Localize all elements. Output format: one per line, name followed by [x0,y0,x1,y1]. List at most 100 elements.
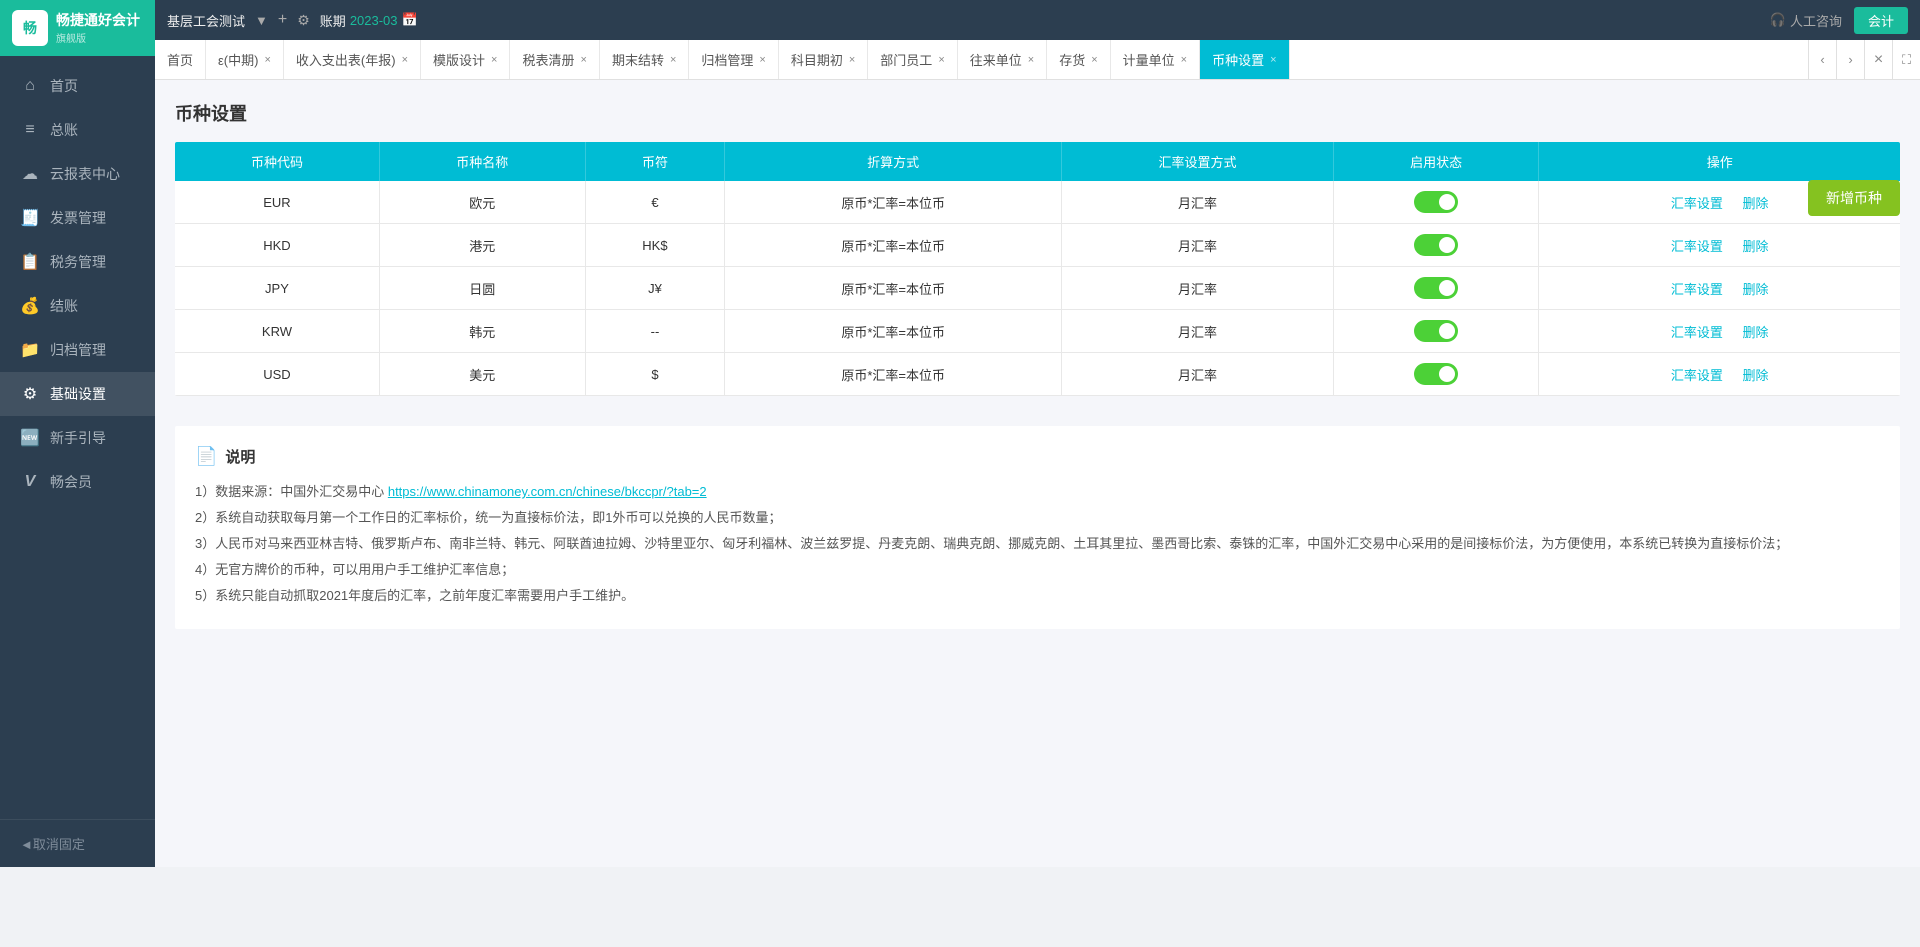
table-row: USD 美元 $ 原币*汇率=本位币 月汇率 汇率设置 删除 [175,353,1900,396]
cell-actions-1: 汇率设置 删除 [1539,224,1900,267]
delete-link-3[interactable]: 删除 [1743,325,1769,340]
toggle-4[interactable] [1414,363,1458,385]
tab-close-mid[interactable]: × [264,54,270,66]
help-button[interactable]: 🎧 人工咨询 [1770,11,1842,30]
rate-setting-link-1[interactable]: 汇率设置 [1671,239,1723,254]
tab-archivemgr[interactable]: 归档管理 × [689,40,778,80]
cell-code-3: KRW [175,310,379,353]
delete-link-0[interactable]: 删除 [1743,196,1769,211]
tab-income[interactable]: 收入支出表(年报) × [284,40,421,80]
company-name: 基层工会测试 [167,11,245,30]
rate-setting-link-4[interactable]: 汇率设置 [1671,368,1723,383]
settings-icon: ⚙ [20,384,40,404]
tab-expand-button[interactable]: ⛶ [1892,40,1920,80]
tab-close-taxclear[interactable]: × [581,54,587,66]
tab-close-subjects[interactable]: × [849,54,855,66]
tab-close-period[interactable]: × [670,54,676,66]
tab-inventory[interactable]: 存货 × [1047,40,1110,80]
tab-subjects[interactable]: 科目期初 × [779,40,868,80]
cell-status-2 [1333,267,1539,310]
tab-dept[interactable]: 部门员工 × [868,40,957,80]
add-tab-button[interactable]: + [278,11,287,29]
cell-code-2: JPY [175,267,379,310]
tab-close-currency[interactable]: × [1270,54,1276,66]
cell-code-1: HKD [175,224,379,267]
tab-close-template[interactable]: × [491,54,497,66]
cell-calc-4: 原币*汇率=本位币 [725,353,1062,396]
col-header-name: 币种名称 [379,142,585,181]
toggle-3[interactable] [1414,320,1458,342]
cell-calc-3: 原币*汇率=本位币 [725,310,1062,353]
tab-customer[interactable]: 往来单位 × [958,40,1047,80]
delete-link-4[interactable]: 删除 [1743,368,1769,383]
notes-item-3: 3）人民币对马来西亚林吉特、俄罗斯卢布、南非兰特、韩元、阿联酋迪拉姆、沙特里亚尔… [195,531,1880,557]
cell-actions-2: 汇率设置 删除 [1539,267,1900,310]
tab-home[interactable]: 首页 [155,40,206,80]
headset-icon: 🎧 [1770,12,1786,28]
notes-link[interactable]: https://www.chinamoney.com.cn/chinese/bk… [388,484,707,499]
notes-section: 📄 说明 1）数据来源：中国外汇交易中心 https://www.chinamo… [175,426,1900,629]
sidebar-item-guide[interactable]: 🆕 新手引导 [0,416,155,460]
tab-bar-right: ‹ › × ⛶ [1808,40,1920,80]
delete-link-1[interactable]: 删除 [1743,239,1769,254]
notes-icon: 📄 [195,446,217,467]
notes-item-2: 2）系统自动获取每月第一个工作日的汇率标价，统一为直接标价法，即1外币可以兑换的… [195,505,1880,531]
sidebar-item-invoice[interactable]: 🧾 发票管理 [0,196,155,240]
sidebar-item-member[interactable]: V 畅会员 [0,460,155,504]
tab-close-inventory[interactable]: × [1091,54,1097,66]
cell-rate-type-4: 月汇率 [1062,353,1334,396]
sidebar-item-ledger[interactable]: ≡ 总账 [0,108,155,152]
company-dropdown-icon[interactable]: ▼ [255,13,268,28]
tab-period[interactable]: 期末结转 × [600,40,689,80]
cell-name-2: 日圆 [379,267,585,310]
sidebar-item-tax[interactable]: 📋 税务管理 [0,240,155,284]
tab-close-customer[interactable]: × [1028,54,1034,66]
sidebar-item-checkout[interactable]: 💰 结账 [0,284,155,328]
rate-setting-link-0[interactable]: 汇率设置 [1671,196,1723,211]
cell-status-4 [1333,353,1539,396]
new-currency-button[interactable]: 新增币种 [1808,180,1900,216]
tab-close-income[interactable]: × [402,54,408,66]
notes-item-4: 4）无官方牌价的币种，可以用用户手工维护汇率信息； [195,557,1880,583]
archive-icon: 📁 [20,340,40,360]
home-icon: ⌂ [20,77,40,95]
notes-item-1: 1）数据来源：中国外汇交易中心 https://www.chinamoney.c… [195,479,1880,505]
toggle-1[interactable] [1414,234,1458,256]
tab-next-button[interactable]: › [1836,40,1864,80]
table-header-row: 币种代码 币种名称 币符 折算方式 汇率设置方式 启用状态 操作 [175,142,1900,181]
tab-template[interactable]: 模版设计 × [421,40,510,80]
col-header-status: 启用状态 [1333,142,1539,181]
tab-close-dept[interactable]: × [938,54,944,66]
toggle-2[interactable] [1414,277,1458,299]
cell-symbol-0: € [585,181,725,224]
user-role-button[interactable]: 会计 [1854,7,1908,34]
tab-prev-button[interactable]: ‹ [1808,40,1836,80]
sidebar-pin-toggle[interactable]: ◄取消固定 [0,819,155,867]
tab-taxclear[interactable]: 税表清册 × [510,40,599,80]
rate-setting-link-3[interactable]: 汇率设置 [1671,325,1723,340]
notes-title: 📄 说明 [195,446,1880,467]
tab-currency[interactable]: 币种设置 × [1200,40,1289,80]
sidebar-item-settings[interactable]: ⚙ 基础设置 [0,372,155,416]
sidebar-item-home[interactable]: ⌂ 首页 [0,64,155,108]
cell-actions-4: 汇率设置 删除 [1539,353,1900,396]
sidebar-item-archive[interactable]: 📁 归档管理 [0,328,155,372]
rate-setting-link-2[interactable]: 汇率设置 [1671,282,1723,297]
header-right: 🎧 人工咨询 会计 [1770,7,1908,34]
sidebar-item-reports[interactable]: ☁ 云报表中心 [0,152,155,196]
cell-rate-type-0: 月汇率 [1062,181,1334,224]
toggle-0[interactable] [1414,191,1458,213]
cell-status-0 [1333,181,1539,224]
calendar-icon[interactable]: 📅 [402,12,418,28]
cell-symbol-4: $ [585,353,725,396]
tab-unit[interactable]: 计量单位 × [1111,40,1200,80]
tab-close-archivemgr[interactable]: × [759,54,765,66]
col-header-actions: 操作 [1539,142,1900,181]
tab-close-unit[interactable]: × [1181,54,1187,66]
tab-mid[interactable]: ε(中期) × [206,40,284,80]
member-icon: V [20,473,40,491]
header-settings-icon[interactable]: ⚙ [297,12,310,29]
tab-close-all-button[interactable]: × [1864,40,1892,80]
top-header: 基层工会测试 ▼ + ⚙ 账期 2023-03 📅 🎧 人工咨询 会计 [155,0,1920,40]
delete-link-2[interactable]: 删除 [1743,282,1769,297]
